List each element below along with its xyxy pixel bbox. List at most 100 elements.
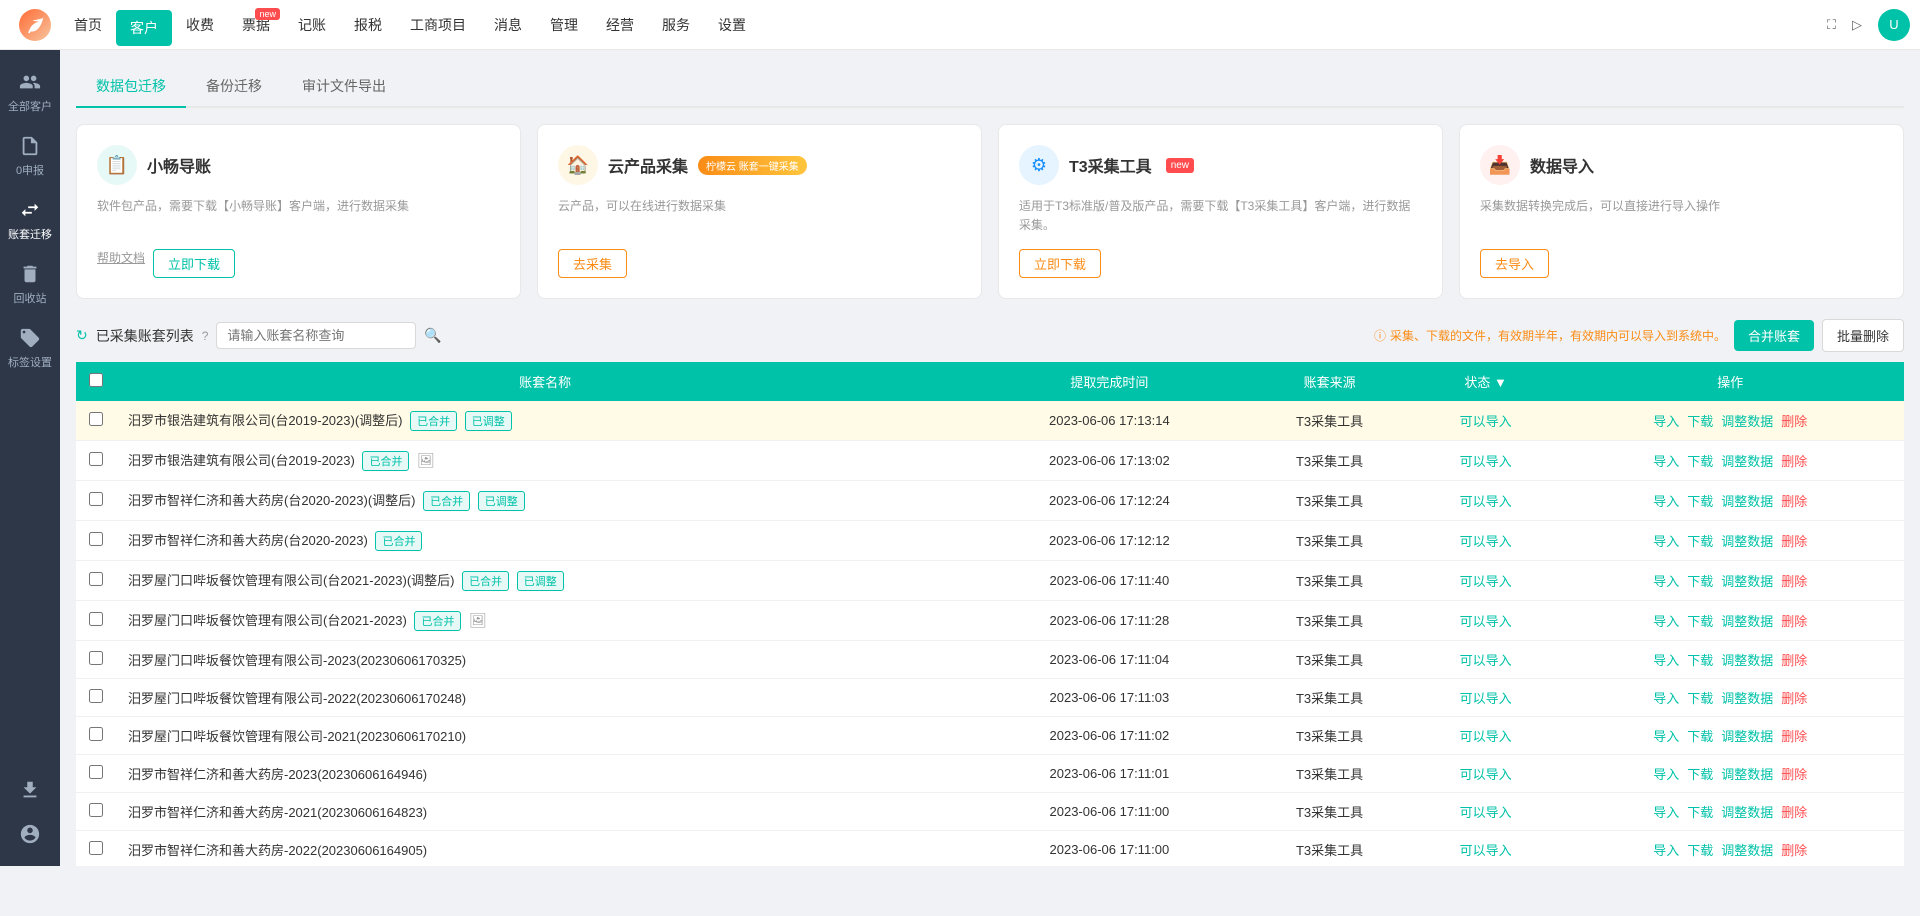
row-action-导入[interactable]: 导入 bbox=[1653, 494, 1679, 509]
row-checkbox[interactable] bbox=[89, 765, 103, 779]
row-action-调整数据[interactable]: 调整数据 bbox=[1721, 454, 1773, 469]
row-action-下载[interactable]: 下载 bbox=[1687, 454, 1713, 469]
row-checkbox[interactable] bbox=[89, 412, 103, 426]
row-action-调整数据[interactable]: 调整数据 bbox=[1721, 494, 1773, 509]
help-icon[interactable]: ? bbox=[202, 329, 209, 343]
row-action-删除[interactable]: 删除 bbox=[1781, 534, 1807, 549]
nav-client[interactable]: 客户 bbox=[116, 10, 172, 46]
nav-operation[interactable]: 经营 bbox=[592, 0, 648, 50]
row-action-调整数据[interactable]: 调整数据 bbox=[1721, 414, 1773, 429]
row-checkbox[interactable] bbox=[89, 532, 103, 546]
row-action-删除[interactable]: 删除 bbox=[1781, 729, 1807, 744]
row-action-调整数据[interactable]: 调整数据 bbox=[1721, 843, 1773, 858]
row-action-删除[interactable]: 删除 bbox=[1781, 767, 1807, 782]
row-action-删除[interactable]: 删除 bbox=[1781, 614, 1807, 629]
go-import-button[interactable]: 去导入 bbox=[1480, 249, 1549, 278]
row-action-删除[interactable]: 删除 bbox=[1781, 494, 1807, 509]
row-checkbox[interactable] bbox=[89, 689, 103, 703]
row-action-导入[interactable]: 导入 bbox=[1653, 805, 1679, 820]
row-action-下载[interactable]: 下载 bbox=[1687, 729, 1713, 744]
row-action-下载[interactable]: 下载 bbox=[1687, 653, 1713, 668]
tab-audit-export[interactable]: 审计文件导出 bbox=[282, 66, 406, 108]
row-action-删除[interactable]: 删除 bbox=[1781, 653, 1807, 668]
nav-business[interactable]: 工商项目 bbox=[396, 0, 480, 50]
sidebar-item-account-transfer[interactable]: 账套迁移 bbox=[0, 188, 60, 252]
row-action-下载[interactable]: 下载 bbox=[1687, 805, 1713, 820]
sidebar-item-trash[interactable]: 回收站 bbox=[0, 252, 60, 316]
row-action-导入[interactable]: 导入 bbox=[1653, 454, 1679, 469]
sidebar-user-settings[interactable] bbox=[0, 812, 60, 856]
row-action-删除[interactable]: 删除 bbox=[1781, 805, 1807, 820]
sidebar-item-zero-report[interactable]: 0申报 bbox=[0, 124, 60, 188]
tab-backup-migration[interactable]: 备份迁移 bbox=[186, 66, 282, 108]
nav-manage[interactable]: 管理 bbox=[536, 0, 592, 50]
row-action-调整数据[interactable]: 调整数据 bbox=[1721, 534, 1773, 549]
row-action-调整数据[interactable]: 调整数据 bbox=[1721, 767, 1773, 782]
col-status[interactable]: 状态 ▼ bbox=[1415, 362, 1557, 401]
row-action-下载[interactable]: 下载 bbox=[1687, 614, 1713, 629]
row-action-导入[interactable]: 导入 bbox=[1653, 414, 1679, 429]
row-checkbox[interactable] bbox=[89, 492, 103, 506]
search-icon[interactable]: 🔍 bbox=[424, 327, 441, 344]
row-action-删除[interactable]: 删除 bbox=[1781, 574, 1807, 589]
row-action-导入[interactable]: 导入 bbox=[1653, 534, 1679, 549]
nav-home[interactable]: 首页 bbox=[60, 0, 116, 50]
row-action-删除[interactable]: 删除 bbox=[1781, 691, 1807, 706]
row-action-下载[interactable]: 下载 bbox=[1687, 574, 1713, 589]
nav-message[interactable]: 消息 bbox=[480, 0, 536, 50]
nav-accounts[interactable]: 记账 bbox=[284, 0, 340, 50]
row-action-下载[interactable]: 下载 bbox=[1687, 534, 1713, 549]
nav-service[interactable]: 服务 bbox=[648, 0, 704, 50]
nav-billing[interactable]: 收费 bbox=[172, 0, 228, 50]
row-action-下载[interactable]: 下载 bbox=[1687, 414, 1713, 429]
row-checkbox[interactable] bbox=[89, 612, 103, 626]
row-file-icon[interactable]: 🖼 bbox=[469, 612, 487, 628]
row-file-icon[interactable]: 🖼 bbox=[417, 452, 435, 468]
refresh-icon[interactable]: ↻ bbox=[76, 327, 88, 344]
row-action-调整数据[interactable]: 调整数据 bbox=[1721, 691, 1773, 706]
row-action-调整数据[interactable]: 调整数据 bbox=[1721, 805, 1773, 820]
row-checkbox[interactable] bbox=[89, 803, 103, 817]
search-input[interactable] bbox=[216, 322, 416, 349]
row-action-导入[interactable]: 导入 bbox=[1653, 767, 1679, 782]
tab-data-migration[interactable]: 数据包迁移 bbox=[76, 66, 186, 108]
t3-download-button[interactable]: 立即下载 bbox=[1019, 249, 1101, 278]
row-checkbox[interactable] bbox=[89, 651, 103, 665]
member-button[interactable]: ▷ bbox=[1852, 17, 1866, 33]
row-action-删除[interactable]: 删除 bbox=[1781, 414, 1807, 429]
go-collect-button[interactable]: 去采集 bbox=[558, 249, 627, 278]
row-action-删除[interactable]: 删除 bbox=[1781, 454, 1807, 469]
merge-account-button[interactable]: 合并账套 bbox=[1734, 320, 1814, 351]
help-doc-link[interactable]: 帮助文档 bbox=[97, 249, 145, 278]
sidebar-item-all-clients[interactable]: 全部客户 bbox=[0, 60, 60, 124]
batch-delete-button[interactable]: 批量删除 bbox=[1822, 319, 1904, 352]
row-action-调整数据[interactable]: 调整数据 bbox=[1721, 574, 1773, 589]
row-action-导入[interactable]: 导入 bbox=[1653, 843, 1679, 858]
sidebar-download[interactable] bbox=[0, 768, 60, 812]
row-checkbox[interactable] bbox=[89, 452, 103, 466]
row-action-下载[interactable]: 下载 bbox=[1687, 494, 1713, 509]
row-action-下载[interactable]: 下载 bbox=[1687, 691, 1713, 706]
row-action-下载[interactable]: 下载 bbox=[1687, 767, 1713, 782]
nav-invoice[interactable]: 票据 new bbox=[228, 0, 284, 50]
select-all-checkbox[interactable] bbox=[89, 373, 103, 387]
row-action-导入[interactable]: 导入 bbox=[1653, 653, 1679, 668]
fullscreen-button[interactable]: ⛶ bbox=[1827, 17, 1840, 33]
row-action-导入[interactable]: 导入 bbox=[1653, 574, 1679, 589]
download-now-button[interactable]: 立即下载 bbox=[153, 249, 235, 278]
row-action-调整数据[interactable]: 调整数据 bbox=[1721, 729, 1773, 744]
row-action-调整数据[interactable]: 调整数据 bbox=[1721, 653, 1773, 668]
nav-tax[interactable]: 报税 bbox=[340, 0, 396, 50]
row-action-导入[interactable]: 导入 bbox=[1653, 729, 1679, 744]
row-action-调整数据[interactable]: 调整数据 bbox=[1721, 614, 1773, 629]
row-checkbox[interactable] bbox=[89, 841, 103, 855]
nav-settings[interactable]: 设置 bbox=[704, 0, 760, 50]
app-logo[interactable] bbox=[10, 9, 60, 41]
user-avatar[interactable]: U bbox=[1878, 9, 1910, 41]
sidebar-item-tag-settings[interactable]: 标签设置 bbox=[0, 316, 60, 380]
row-action-导入[interactable]: 导入 bbox=[1653, 691, 1679, 706]
row-checkbox[interactable] bbox=[89, 727, 103, 741]
row-action-删除[interactable]: 删除 bbox=[1781, 843, 1807, 858]
row-action-下载[interactable]: 下载 bbox=[1687, 843, 1713, 858]
row-checkbox[interactable] bbox=[89, 572, 103, 586]
